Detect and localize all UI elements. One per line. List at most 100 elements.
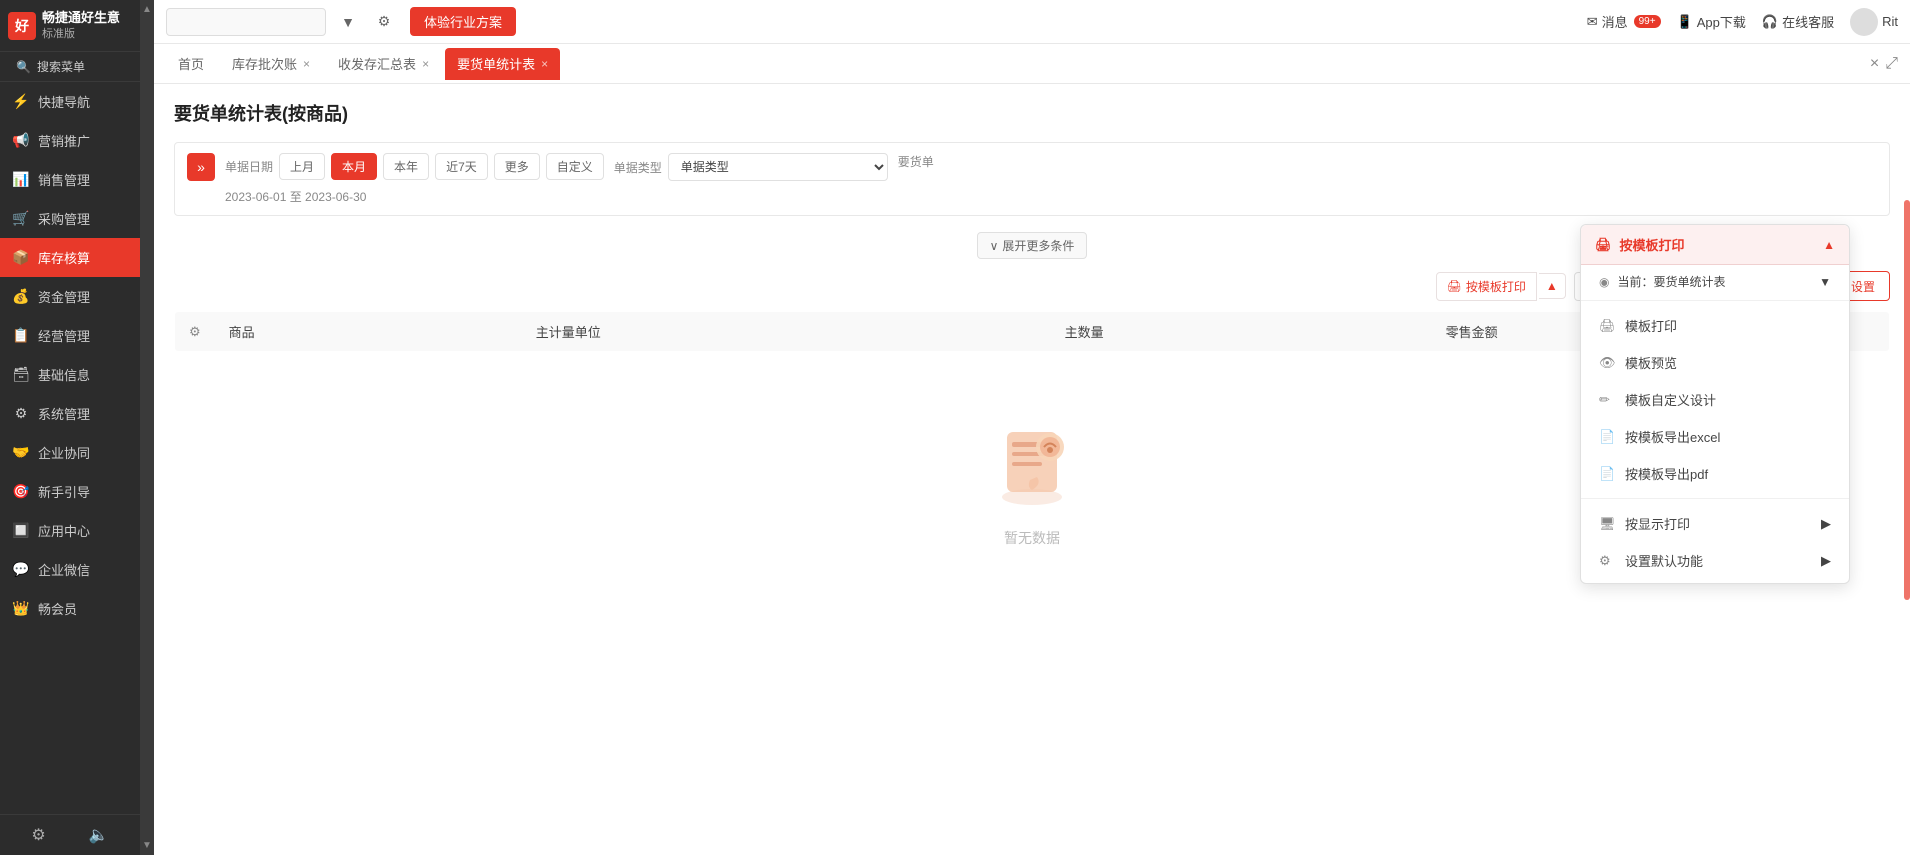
phone-icon: 📱 [1677, 14, 1693, 30]
tab-summary[interactable]: 收发存汇总表 × [326, 48, 441, 80]
dropdown-item-template-print[interactable]: 🖨 模板打印 [1581, 307, 1849, 344]
date-btn-current-year[interactable]: 本年 [383, 153, 429, 180]
sidebar-item-basic[interactable]: 🗃 基础信息 [0, 355, 140, 394]
search-icon: 🔍 [16, 60, 31, 74]
dropdown-item-template-preview[interactable]: 👁 模板预览 [1581, 344, 1849, 381]
date-filter-row: 单据日期 上月 本月 本年 近7天 更多 自定义 [225, 153, 604, 180]
sidebar-item-sales[interactable]: 📊 销售管理 [0, 160, 140, 199]
print-header-icon: 🖨 [1595, 237, 1612, 253]
topbar-search-input[interactable] [166, 8, 326, 36]
sidebar-item-marketing[interactable]: 📢 营销推广 [0, 121, 140, 160]
sidebar-volume-btn[interactable]: 🔈 [89, 825, 109, 845]
dropdown-header[interactable]: 🖨 按模板打印 ▲ [1581, 225, 1849, 265]
message-badge: 99+ [1634, 15, 1661, 28]
sidebar-item-operation[interactable]: 📋 经营管理 [0, 316, 140, 355]
tab-order-stat[interactable]: 要货单统计表 × [445, 48, 560, 80]
bill-type-select[interactable]: 单据类型 [668, 153, 888, 181]
empty-icon [982, 412, 1082, 512]
member-icon: 👑 [12, 600, 30, 617]
filter-toggle-btn[interactable]: » [187, 153, 215, 181]
printer-icon: 🖨 [1447, 279, 1462, 293]
basic-icon: 🗃 [12, 366, 30, 383]
sidebar-item-finance[interactable]: 💰 资金管理 [0, 277, 140, 316]
tab-close-btn[interactable]: × [1870, 55, 1879, 73]
sidebar-item-label: 企业微信 [38, 560, 90, 579]
wechat-icon: 💬 [12, 561, 30, 578]
sidebar-item-inventory[interactable]: 📦 库存核算 [0, 238, 140, 277]
sidebar-item-label: 采购管理 [38, 209, 90, 228]
sidebar-item-guide[interactable]: 🎯 新手引导 [0, 472, 140, 511]
sidebar-item-label: 资金管理 [38, 287, 90, 306]
template-pdf-label: 按模板导出pdf [1625, 464, 1708, 483]
expand-conditions-btn[interactable]: ∨ 展开更多条件 [977, 232, 1088, 259]
dropdown-item-template-pdf[interactable]: 📄 按模板导出pdf [1581, 455, 1849, 492]
main-area: ▼ ⚙ 体验行业方案 ✉ 消息 99+ 📱 App下载 🎧 在线客服 Rit [154, 0, 1910, 855]
topbar-gear-btn[interactable]: ⚙ [370, 8, 398, 36]
topbar-avatar-area[interactable]: Rit [1850, 8, 1898, 36]
tab-order-stat-close[interactable]: × [541, 57, 548, 71]
sidebar-search[interactable]: 🔍 搜索菜单 [0, 52, 140, 82]
sidebar-item-system[interactable]: ⚙ 系统管理 [0, 394, 140, 433]
sidebar-item-label: 基础信息 [38, 365, 90, 384]
dropdown-collapse-icon[interactable]: ▲ [1823, 238, 1835, 252]
date-btn-current-month[interactable]: 本月 [331, 153, 377, 180]
default-func-icon: ⚙ [1599, 553, 1615, 569]
tabs-bar: 首页 库存批次账 × 收发存汇总表 × 要货单统计表 × × ⤢ [154, 44, 1910, 84]
col-product: 商品 [215, 312, 522, 352]
sidebar-item-enterprise[interactable]: 🤝 企业协同 [0, 433, 140, 472]
topbar-app-download[interactable]: 📱 App下载 [1677, 12, 1746, 31]
right-scrollbar[interactable] [1904, 200, 1910, 600]
dropdown-item-default-func[interactable]: ⚙ 设置默认功能 ▶ [1581, 542, 1849, 579]
template-design-label: 模板自定义设计 [1625, 390, 1716, 409]
sidebar-settings-btn[interactable]: ⚙ [31, 825, 45, 845]
online-service-label: 在线客服 [1782, 12, 1834, 31]
tab-maximize-btn[interactable]: ⤢ [1885, 55, 1898, 73]
dropdown-item-display-print[interactable]: 🖥 按显示打印 ▶ [1581, 505, 1849, 542]
sidebar-item-member[interactable]: 👑 畅会员 [0, 589, 140, 628]
tab-batch[interactable]: 库存批次账 × [220, 48, 322, 80]
topbar-dropdown-btn[interactable]: ▼ [334, 8, 362, 36]
sidebar-nav: ⚡ 快捷导航 📢 营销推广 📊 销售管理 🛒 采购管理 📦 库存核算 💰 资金管… [0, 82, 140, 814]
topbar-online-service[interactable]: 🎧 在线客服 [1762, 12, 1834, 31]
tab-batch-label: 库存批次账 [232, 54, 297, 73]
sidebar-item-label: 快捷导航 [38, 92, 90, 111]
sidebar-item-appstore[interactable]: 🔲 应用中心 [0, 511, 140, 550]
dropdown-divider-1 [1581, 300, 1849, 301]
date-btn-more[interactable]: 更多 [494, 153, 540, 180]
date-filter-label: 单据日期 [225, 158, 273, 175]
topbar-trial-btn[interactable]: 体验行业方案 [410, 7, 516, 36]
date-btn-7days[interactable]: 近7天 [435, 153, 488, 180]
filter-type-group: 单据类型 单据类型 [614, 153, 888, 181]
scroll-down-arrow[interactable]: ▼ [142, 840, 152, 851]
topbar-message[interactable]: ✉ 消息 99+ [1587, 12, 1661, 31]
tab-batch-close[interactable]: × [303, 57, 310, 71]
scroll-up-arrow[interactable]: ▲ [142, 4, 152, 15]
display-print-arrow: ▶ [1821, 516, 1831, 532]
sidebar-item-shortcut[interactable]: ⚡ 快捷导航 [0, 82, 140, 121]
tab-summary-close[interactable]: × [422, 57, 429, 71]
date-btn-last-month[interactable]: 上月 [279, 153, 325, 180]
username: Rit [1882, 14, 1898, 29]
print-arrow-btn[interactable]: ▲ [1539, 273, 1566, 299]
print-template-btn[interactable]: 🖨 按模板打印 [1436, 272, 1537, 301]
operation-icon: 📋 [12, 327, 30, 344]
col-settings[interactable]: ⚙ [175, 312, 215, 352]
table-settings-icon[interactable]: ⚙ [189, 324, 201, 339]
dropdown-item-template-excel[interactable]: 📄 按模板导出excel [1581, 418, 1849, 455]
dropdown-item-template-design[interactable]: ✏ 模板自定义设计 [1581, 381, 1849, 418]
sidebar-item-wechat[interactable]: 💬 企业微信 [0, 550, 140, 589]
arrow-up-icon: ▲ [1546, 279, 1558, 293]
tab-home[interactable]: 首页 [166, 48, 216, 80]
finance-icon: 💰 [12, 288, 30, 305]
sidebar-item-purchase[interactable]: 🛒 采购管理 [0, 199, 140, 238]
current-template-label: ◉ 当前：要货单统计表 ▼ [1581, 265, 1849, 298]
dropdown-items-section: 🖨 模板打印 👁 模板预览 ✏ 模板自定义设计 📄 按模板导出excel 📄 [1581, 303, 1849, 496]
date-btn-custom[interactable]: 自定义 [546, 153, 604, 180]
template-pdf-icon: 📄 [1599, 466, 1615, 482]
dropdown-panel: 🖨 按模板打印 ▲ ◉ 当前：要货单统计表 ▼ 🖨 模板打印 👁 [1580, 224, 1850, 584]
sidebar-scroll: ▲ ▼ [140, 0, 154, 855]
sidebar-item-label: 应用中心 [38, 521, 90, 540]
default-func-arrow: ▶ [1821, 553, 1831, 569]
appstore-icon: 🔲 [12, 522, 30, 539]
print-template-label: 按模板打印 [1466, 278, 1526, 295]
